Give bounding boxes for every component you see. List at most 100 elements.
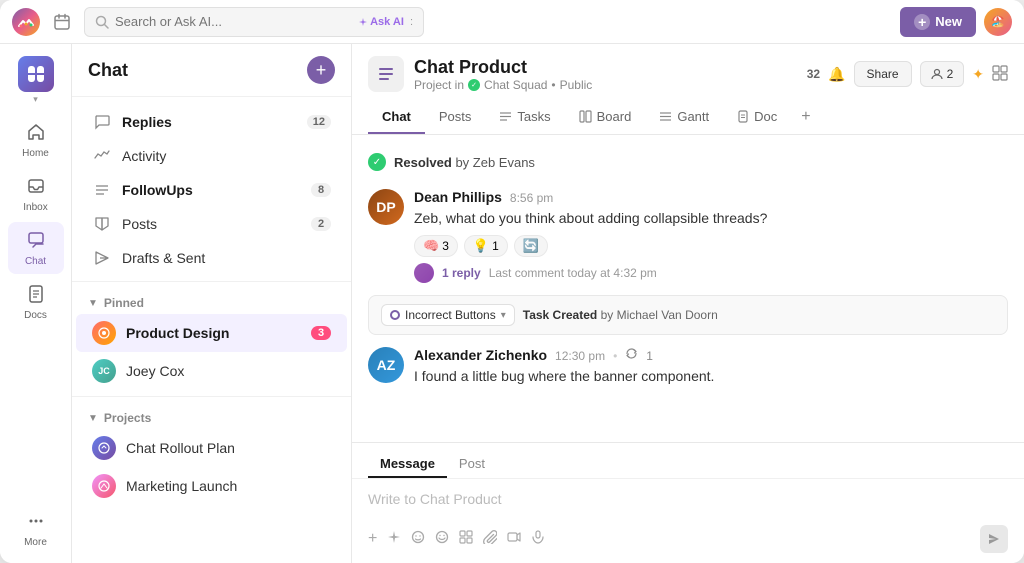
product-design-label: Product Design xyxy=(126,325,301,341)
sidebar-item-product-design[interactable]: Product Design 3 xyxy=(76,314,347,352)
input-tabs: Message Post xyxy=(352,443,1024,479)
tab-tasks[interactable]: Tasks xyxy=(485,101,564,134)
sidebar-item-docs[interactable]: Docs xyxy=(8,276,64,328)
tab-board[interactable]: Board xyxy=(565,101,646,134)
input-tool-grid[interactable] xyxy=(459,530,473,548)
share-button[interactable]: Share xyxy=(854,61,912,87)
product-design-badge: 3 xyxy=(311,326,331,340)
project-icon xyxy=(368,56,404,92)
home-label: Home xyxy=(22,148,49,159)
input-toolbar: + xyxy=(352,519,1024,563)
project-info: Chat Product Project in ✓ Chat Squad • P… xyxy=(414,57,592,92)
reply-avatar xyxy=(414,263,434,283)
sidebar-title: Chat xyxy=(88,60,128,81)
sidebar-header: Chat + xyxy=(72,44,351,97)
input-tool-plus[interactable]: + xyxy=(368,531,377,547)
tab-chat[interactable]: Chat xyxy=(368,101,425,134)
ask-ai-badge: Ask AI xyxy=(358,16,404,28)
message-1-content: Dean Phillips 8:56 pm Zeb, what do you t… xyxy=(414,189,1008,283)
message-2: AZ Alexander Zichenko 12:30 pm • xyxy=(368,347,1008,387)
tab-gantt[interactable]: Gantt xyxy=(645,101,723,134)
chat-icon xyxy=(26,230,46,253)
sidebar-item-chat[interactable]: Chat xyxy=(8,222,64,274)
sidebar-item-posts[interactable]: Posts 2 xyxy=(76,207,347,241)
layout-icon[interactable] xyxy=(992,65,1008,84)
new-button[interactable]: + New xyxy=(900,7,976,37)
joey-cox-label: Joey Cox xyxy=(126,363,331,379)
sidebar-item-drafts[interactable]: Drafts & Sent xyxy=(76,241,347,275)
sidebar-item-more[interactable]: More xyxy=(8,503,64,555)
input-field[interactable]: Write to Chat Product xyxy=(352,479,1024,519)
projects-section-header[interactable]: ▼ Projects xyxy=(72,403,351,429)
workspace-logo-area[interactable]: ▾ xyxy=(8,52,64,108)
message-1-reply-area: 1 reply Last comment today at 4:32 pm xyxy=(414,263,1008,283)
posts-label: Posts xyxy=(122,216,301,232)
content-title-area: Chat Product Project in ✓ Chat Squad • P… xyxy=(368,56,592,92)
input-placeholder: Write to Chat Product xyxy=(368,487,1008,511)
search-bar[interactable]: Ask AI : xyxy=(84,7,424,37)
sidebar-item-replies[interactable]: Replies 12 xyxy=(76,105,347,139)
icon-nav: ▾ Home Inbox xyxy=(0,44,72,563)
sidebar-add-button[interactable]: + xyxy=(307,56,335,84)
sidebar-item-chat-rollout[interactable]: Chat Rollout Plan xyxy=(76,429,347,467)
marketing-launch-label: Marketing Launch xyxy=(126,478,331,494)
sidebar-item-home[interactable]: Home xyxy=(8,114,64,166)
resolved-bar: ✓ Resolved by Zeb Evans xyxy=(368,147,1008,177)
star-icon[interactable]: ✦ xyxy=(972,66,984,83)
workspace-logo xyxy=(18,56,54,92)
gantt-icon xyxy=(659,110,672,123)
top-bar: Ask AI : + New 🏖️ xyxy=(0,0,1024,44)
reaction-cycle[interactable]: 🔄 xyxy=(514,235,548,257)
bell-icon[interactable]: 🔔 xyxy=(828,66,845,83)
reply-time: Last comment today at 4:32 pm xyxy=(489,266,657,280)
alexander-zichenko-avatar: AZ xyxy=(368,347,404,383)
tab-add-button[interactable]: + xyxy=(791,100,820,134)
sidebar-item-inbox[interactable]: Inbox xyxy=(8,168,64,220)
guests-button[interactable]: 2 xyxy=(920,61,965,87)
replies-icon xyxy=(92,112,112,132)
resolved-text: Resolved by Zeb Evans xyxy=(394,155,535,170)
product-design-avatar xyxy=(92,321,116,345)
sidebar: Chat + Replies 12 xyxy=(72,44,352,563)
search-input[interactable] xyxy=(115,14,352,29)
calendar-icon[interactable] xyxy=(48,8,76,36)
task-tag-incorrect-buttons[interactable]: Incorrect Buttons ▾ xyxy=(381,304,515,326)
drafts-label: Drafts & Sent xyxy=(122,250,331,266)
workspace-chevron-icon: ▾ xyxy=(33,94,38,105)
reaction-bulb[interactable]: 💡 1 xyxy=(464,235,508,257)
new-button-plus-icon: + xyxy=(914,14,930,30)
message-1-header: Dean Phillips 8:56 pm xyxy=(414,189,1008,205)
user-avatar[interactable]: 🏖️ xyxy=(984,8,1012,36)
input-tab-message[interactable]: Message xyxy=(368,451,447,478)
task-tag-dot xyxy=(390,310,400,320)
sidebar-item-joey-cox[interactable]: JC Joey Cox xyxy=(76,352,347,390)
reaction-brain[interactable]: 🧠 3 xyxy=(414,235,458,257)
message-2-author: Alexander Zichenko xyxy=(414,347,547,363)
message-1-text: Zeb, what do you think about adding coll… xyxy=(414,208,1008,229)
pinned-section-header[interactable]: ▼ Pinned xyxy=(72,288,351,314)
content-subtitle: Project in ✓ Chat Squad • Public xyxy=(414,78,592,92)
reply-count[interactable]: 1 reply xyxy=(442,266,481,280)
input-tool-emoji-smile[interactable] xyxy=(411,530,425,548)
replies-label: Replies xyxy=(122,114,297,130)
task-created-text: Task Created by Michael Van Doorn xyxy=(523,308,718,322)
replies-badge: 12 xyxy=(307,115,331,129)
input-tab-post[interactable]: Post xyxy=(447,451,497,478)
workspace-dots xyxy=(28,66,44,82)
tab-doc[interactable]: Doc xyxy=(723,101,791,134)
inbox-icon xyxy=(26,176,46,199)
sidebar-item-marketing-launch[interactable]: Marketing Launch xyxy=(76,467,347,505)
app-logo[interactable] xyxy=(12,8,40,36)
tab-posts[interactable]: Posts xyxy=(425,101,486,134)
input-tool-mic[interactable] xyxy=(531,530,545,548)
input-tool-sparkle[interactable] xyxy=(387,530,401,548)
sidebar-item-activity[interactable]: Activity xyxy=(76,139,347,173)
more-label: More xyxy=(24,537,47,548)
input-tool-emoji-happy[interactable] xyxy=(435,530,449,548)
sidebar-item-followups[interactable]: FollowUps 8 xyxy=(76,173,347,207)
sidebar-divider-1 xyxy=(72,281,351,282)
input-tool-video[interactable] xyxy=(507,530,521,548)
input-tool-attach[interactable] xyxy=(483,530,497,548)
send-button[interactable] xyxy=(980,525,1008,553)
message-1-reactions: 🧠 3 💡 1 🔄 xyxy=(414,235,1008,257)
